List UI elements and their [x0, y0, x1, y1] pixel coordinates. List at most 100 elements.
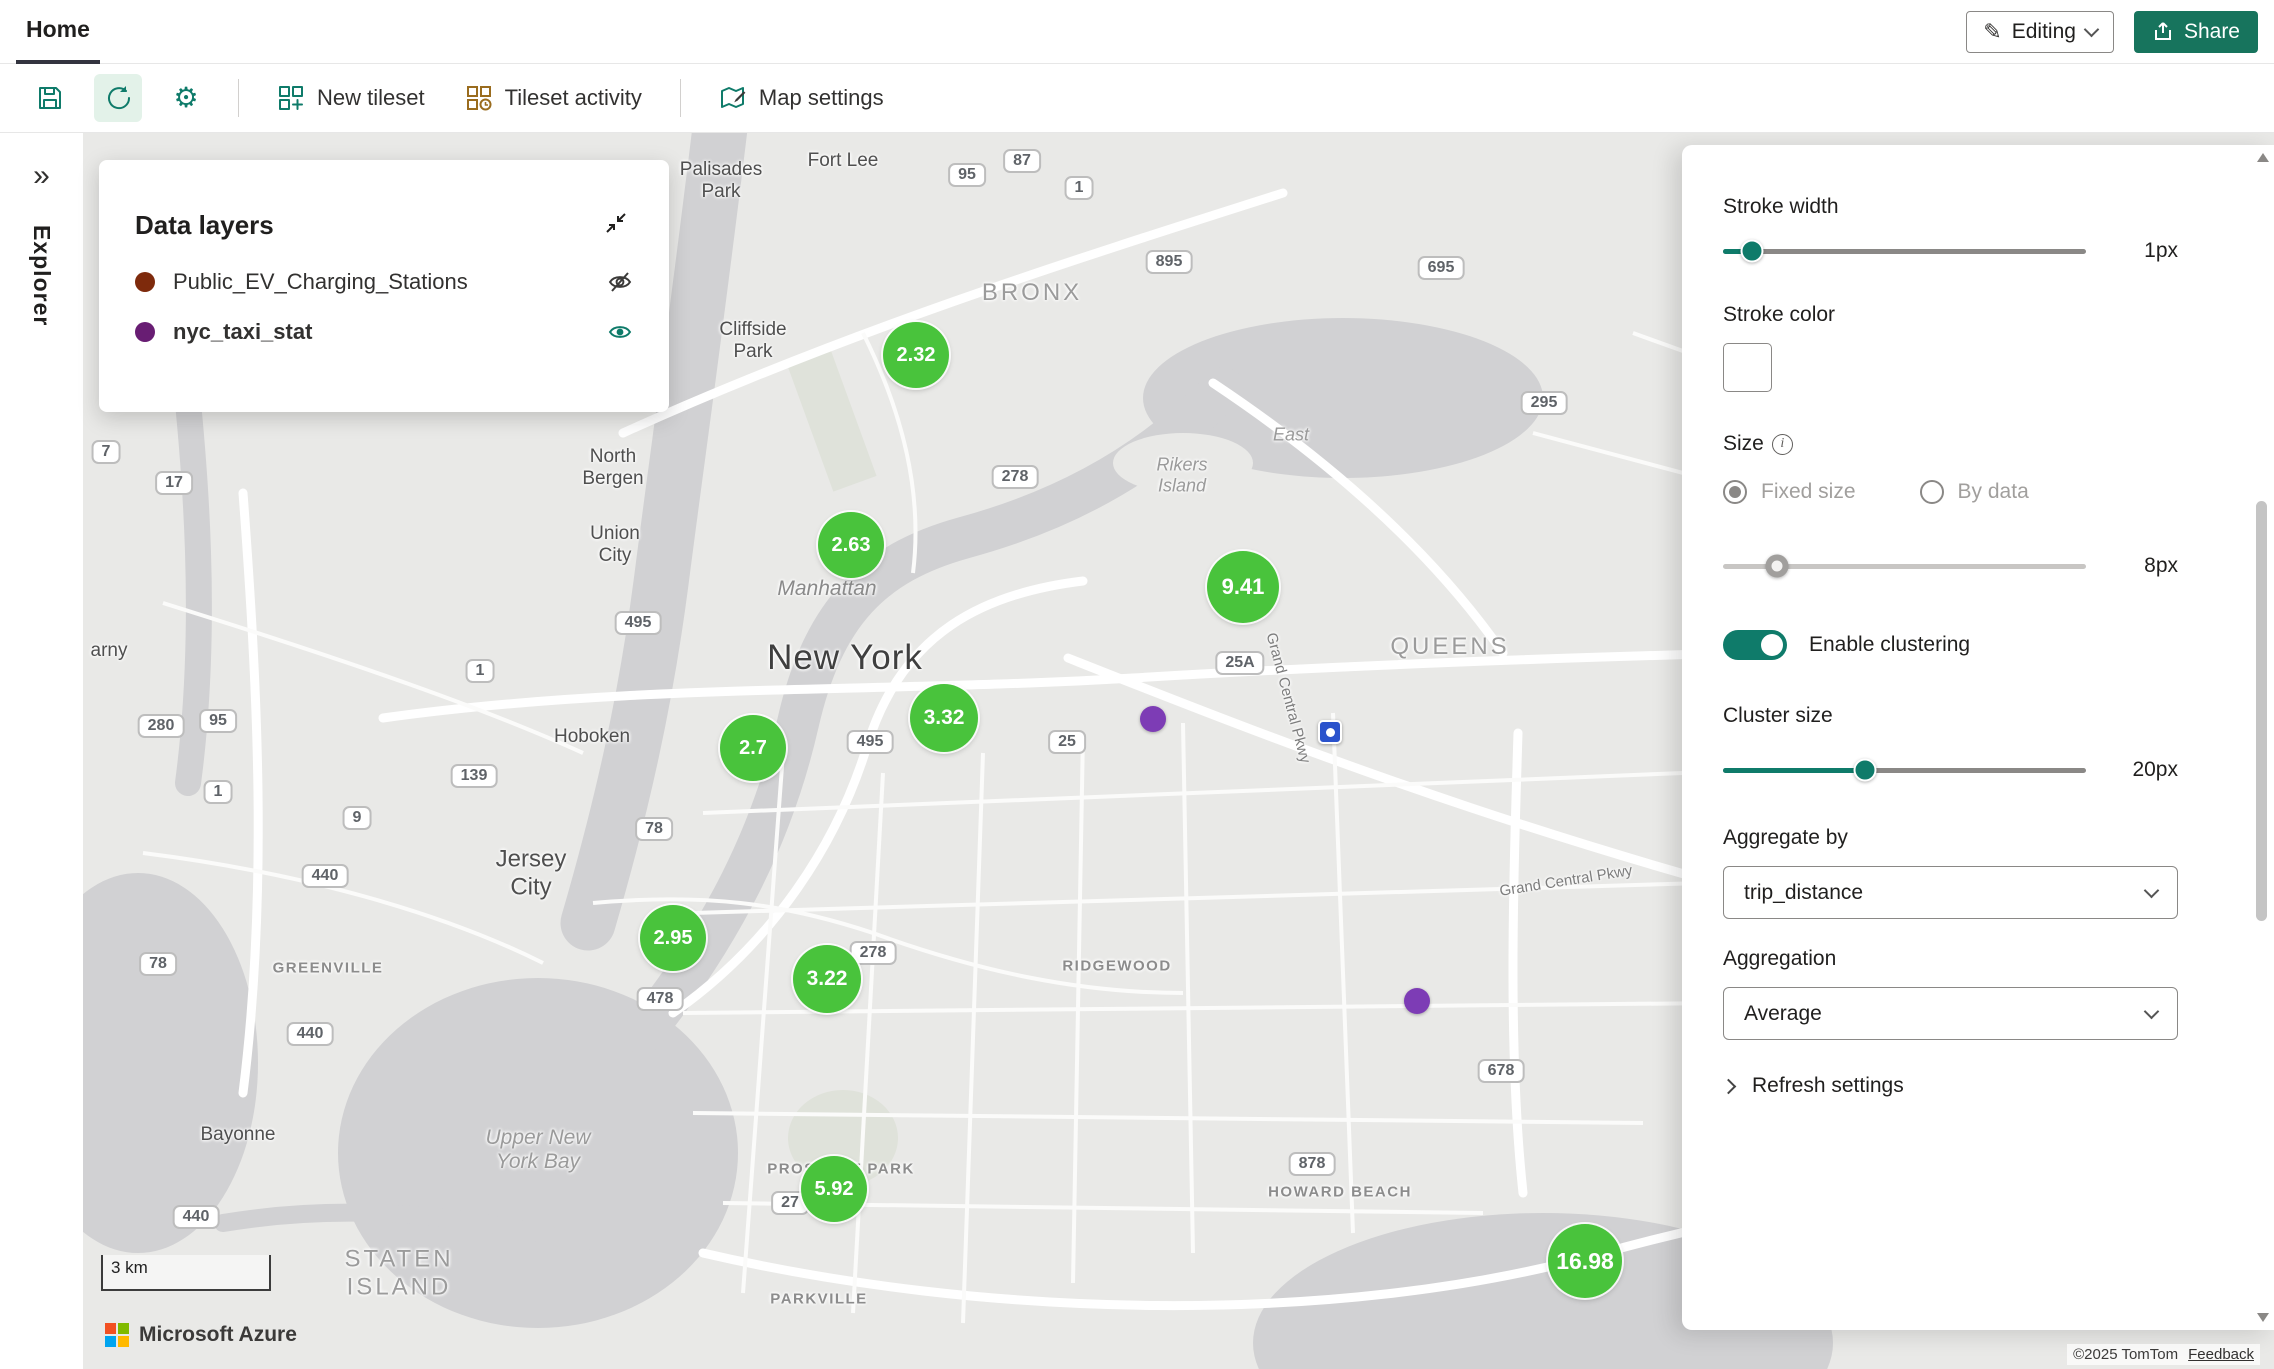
tileset-activity-button[interactable]: Tileset activity — [455, 76, 652, 120]
tileset-activity-label: Tileset activity — [504, 85, 642, 110]
pencil-icon: ✎ — [1983, 18, 2002, 44]
road-shield: 495 — [846, 730, 894, 754]
cluster-bubble[interactable]: 16.98 — [1548, 1224, 1622, 1298]
radio-icon — [1919, 480, 1944, 504]
aggregation-label: Aggregation — [1723, 947, 1837, 970]
stroke-width-label: Stroke width — [1723, 195, 1839, 218]
scrollbar-thumb[interactable] — [2256, 501, 2267, 921]
map-settings-label: Map settings — [758, 85, 884, 110]
data-layers-card: Data layers Public_EV_Charging_Stations … — [99, 160, 669, 412]
refresh-icon — [108, 86, 131, 110]
scroll-down-icon[interactable] — [2257, 1313, 2269, 1322]
vehicle-icon[interactable] — [1318, 720, 1342, 744]
brand-row: Microsoft Azure — [105, 1323, 297, 1347]
aggregate-by-dropdown[interactable]: trip_distance — [1723, 866, 2178, 919]
refresh-button[interactable] — [94, 74, 142, 122]
info-icon[interactable]: i — [1771, 433, 1793, 455]
road-shield: 295 — [1520, 391, 1568, 415]
chevron-right-icon — [1720, 1078, 1737, 1094]
aggregate-by-value: trip_distance — [1744, 880, 1864, 904]
top-bar: Home ✎ Editing Share — [0, 0, 2274, 64]
refresh-settings-label: Refresh settings — [1752, 1074, 1904, 1097]
panel-scrollbar[interactable] — [2254, 151, 2270, 1324]
cluster-bubble[interactable]: 5.92 — [801, 1156, 867, 1222]
new-tileset-button[interactable]: New tileset — [267, 76, 435, 120]
road-shield: 495 — [614, 611, 662, 635]
road-shield: 78 — [139, 952, 177, 976]
expand-panel-icon[interactable]: » — [33, 161, 50, 191]
explorer-panel-collapsed: » Explorer — [0, 133, 83, 1369]
tileset-activity-icon — [466, 86, 492, 111]
enable-clustering-toggle[interactable] — [1723, 630, 1787, 660]
fixed-size-radio[interactable]: Fixed size — [1723, 480, 1856, 504]
visibility-on-icon[interactable] — [607, 319, 633, 345]
feedback-link[interactable]: Feedback — [2188, 1346, 2254, 1363]
road-shield: 440 — [286, 1022, 334, 1046]
aggregate-by-label: Aggregate by — [1723, 826, 1848, 849]
share-button[interactable]: Share — [2133, 10, 2258, 53]
layer-name: nyc_taxi_stat — [173, 319, 313, 344]
cluster-bubble[interactable]: 9.41 — [1207, 551, 1279, 623]
road-shield: 17 — [155, 471, 193, 495]
map-attribution: ©2025 TomTom Feedback — [2067, 1344, 2260, 1365]
toolbar: ⚙ New tileset Tileset activity Map setti… — [0, 64, 2274, 133]
stroke-width-slider-thumb[interactable] — [1740, 239, 1764, 263]
size-slider[interactable] — [1723, 554, 2086, 578]
save-button[interactable] — [26, 74, 74, 122]
road-shield: 139 — [450, 764, 498, 788]
data-point[interactable] — [1404, 988, 1430, 1014]
road-shield: 1 — [465, 659, 495, 683]
by-data-label: By data — [1957, 480, 2029, 503]
cluster-bubble[interactable]: 2.7 — [720, 715, 786, 781]
enable-clustering-label: Enable clustering — [1809, 633, 1971, 656]
chevron-down-icon — [2083, 21, 2100, 37]
new-tileset-icon — [279, 86, 303, 110]
radio-selected-icon — [1723, 480, 1747, 504]
data-point[interactable] — [1140, 706, 1166, 732]
visibility-off-icon[interactable] — [607, 269, 633, 295]
road-shield: 95 — [948, 163, 986, 187]
tab-home[interactable]: Home — [16, 0, 100, 64]
map-settings-button[interactable]: Map settings — [709, 76, 894, 120]
cluster-size-label: Cluster size — [1723, 704, 1833, 727]
map-scale-bar: 3 km — [101, 1255, 271, 1291]
new-tileset-label: New tileset — [317, 85, 425, 110]
layer-color-dot — [135, 322, 155, 342]
road-shield: 95 — [199, 709, 237, 733]
data-layers-title: Data layers — [135, 210, 274, 240]
cluster-bubble[interactable]: 3.22 — [793, 945, 861, 1013]
road-shield: 78 — [635, 817, 673, 841]
size-value: 8px — [2144, 554, 2178, 577]
editing-label: Editing — [2011, 19, 2076, 43]
road-shield: 25A — [1215, 651, 1265, 675]
cluster-size-slider-thumb[interactable] — [1853, 758, 1877, 782]
share-icon — [2154, 21, 2171, 40]
chevron-down-icon — [2143, 1003, 2160, 1019]
refresh-settings-expander[interactable]: Refresh settings — [1720, 1074, 2178, 1098]
cluster-bubble[interactable]: 2.32 — [883, 322, 949, 388]
aggregation-dropdown[interactable]: Average — [1723, 987, 2178, 1040]
layer-name: Public_EV_Charging_Stations — [173, 269, 468, 294]
road-shield: 440 — [301, 864, 349, 888]
size-slider-thumb[interactable] — [1765, 554, 1789, 578]
road-shield: 9 — [342, 806, 372, 830]
collapse-panel-icon[interactable] — [599, 206, 633, 245]
stroke-color-swatch[interactable] — [1723, 343, 1772, 392]
by-data-radio[interactable]: By data — [1919, 480, 2029, 504]
editing-dropdown-button[interactable]: ✎ Editing — [1966, 10, 2114, 53]
cluster-bubble[interactable]: 2.95 — [640, 905, 706, 971]
layer-row-ev-charging[interactable]: Public_EV_Charging_Stations — [135, 269, 633, 295]
road-shield: 25 — [1048, 730, 1086, 754]
stroke-width-slider[interactable] — [1723, 239, 2086, 263]
brand-label: Microsoft Azure — [139, 1323, 297, 1346]
scroll-up-icon[interactable] — [2257, 153, 2269, 162]
toolbar-separator — [238, 79, 239, 117]
settings-button[interactable]: ⚙ — [162, 74, 210, 122]
cluster-bubble[interactable]: 2.63 — [818, 512, 884, 578]
cluster-bubble[interactable]: 3.32 — [910, 684, 978, 752]
size-label: Size — [1723, 432, 1764, 455]
layer-row-nyc-taxi[interactable]: nyc_taxi_stat — [135, 319, 633, 345]
road-shield: 280 — [137, 714, 185, 738]
road-shield: 478 — [636, 987, 684, 1011]
cluster-size-slider[interactable] — [1723, 758, 2086, 782]
